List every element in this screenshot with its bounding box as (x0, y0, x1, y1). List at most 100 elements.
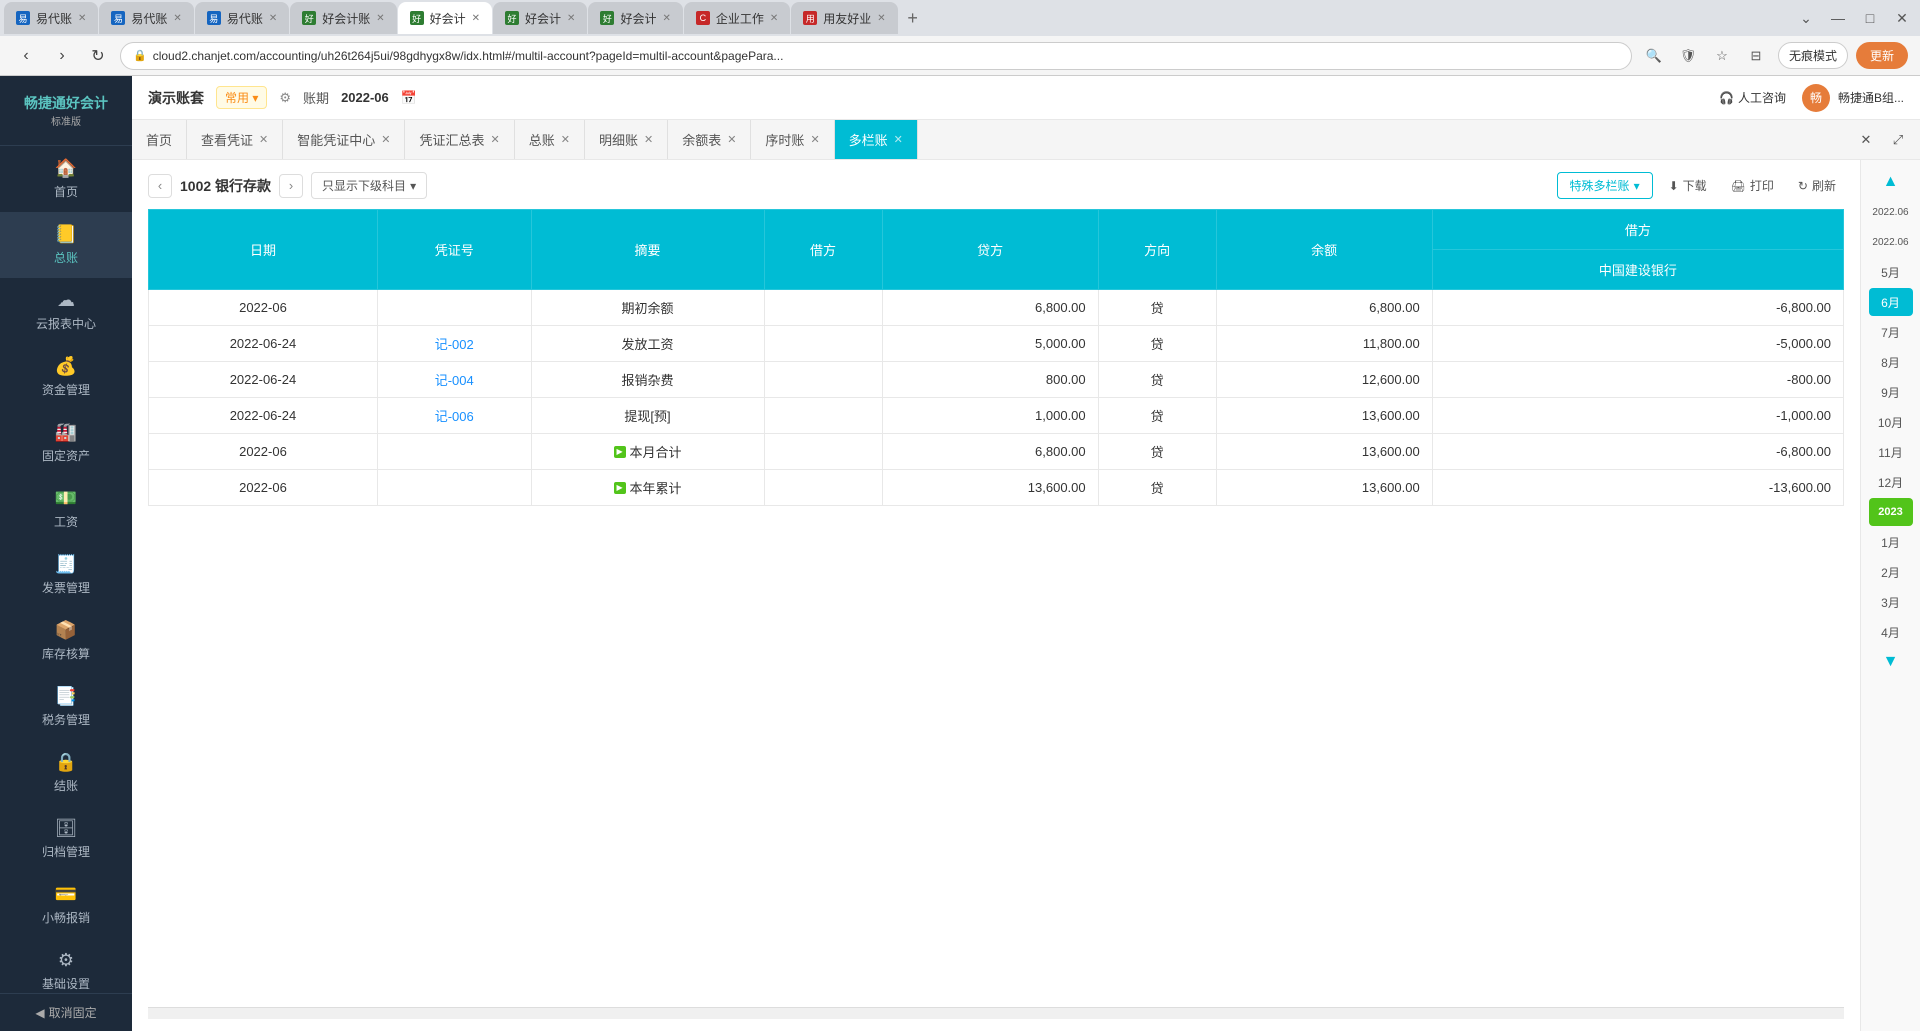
cell-voucher[interactable]: 记-006 (377, 398, 531, 434)
minimize-button[interactable]: — (1824, 4, 1852, 32)
tab-home[interactable]: 首页 (132, 120, 187, 160)
date-nav-oct[interactable]: 10月 (1869, 408, 1913, 436)
sidebar-item-fund[interactable]: 💰 资金管理 (0, 344, 132, 410)
sidebar-item-ledger[interactable]: 📒 总账 (0, 212, 132, 278)
browser-tab-2[interactable]: 易 易代账 ✕ (99, 2, 193, 34)
date-nav-scroll-up[interactable]: ▲ (1877, 168, 1905, 196)
cell-voucher[interactable] (377, 470, 531, 506)
settings-icon[interactable]: ⚙ (279, 90, 291, 106)
date-nav-may[interactable]: 5月 (1869, 258, 1913, 286)
browser-tab-4[interactable]: 好 好会计账 ✕ (290, 2, 396, 34)
cell-voucher[interactable] (377, 434, 531, 470)
tab-multi-col-close[interactable]: ✕ (894, 133, 903, 146)
download-button[interactable]: ⬇ 下载 (1661, 173, 1715, 198)
browser-tab-3[interactable]: 易 易代账 ✕ (195, 2, 289, 34)
sidebar-item-invoice[interactable]: 🧾 发票管理 (0, 542, 132, 608)
date-nav-nov[interactable]: 11月 (1869, 438, 1913, 466)
consultant-button[interactable]: 🎧 人工咨询 (1719, 89, 1786, 106)
sidebar-item-expense[interactable]: 💳 小畅报销 (0, 872, 132, 938)
close-window-button[interactable]: ✕ (1888, 4, 1916, 32)
refresh-button[interactable]: ↻ 刷新 (1790, 173, 1844, 198)
close-panel-button[interactable]: ✕ (1852, 126, 1880, 154)
search-icon-btn[interactable]: 🔍 (1640, 42, 1668, 70)
sidebar-item-inventory[interactable]: 📦 库存核算 (0, 608, 132, 674)
date-nav-june[interactable]: 6月 (1869, 288, 1913, 316)
date-nav-scroll-down[interactable]: ▼ (1877, 648, 1905, 676)
date-nav-july[interactable]: 7月 (1869, 318, 1913, 346)
date-nav-aug[interactable]: 8月 (1869, 348, 1913, 376)
incognito-mode-button[interactable]: 无痕模式 (1778, 42, 1848, 69)
tab-smart-voucher[interactable]: 智能凭证中心 ✕ (283, 120, 405, 160)
sidebar-item-home[interactable]: 🏠 首页 (0, 146, 132, 212)
star-icon-btn[interactable]: ☆ (1708, 42, 1736, 70)
print-button[interactable]: 🖨 打印 (1723, 173, 1782, 198)
tab-journal-close[interactable]: ✕ (810, 133, 819, 146)
tab-journal[interactable]: 序时账 ✕ (751, 120, 834, 160)
calendar-icon[interactable]: 📅 (401, 90, 417, 106)
date-nav-dec[interactable]: 12月 (1869, 468, 1913, 496)
cell-voucher[interactable]: 记-004 (377, 362, 531, 398)
sidebar-item-basic[interactable]: ⚙ 基础设置 (0, 938, 132, 993)
new-tab-button[interactable]: + (899, 4, 927, 32)
prev-account-button[interactable]: ‹ (148, 174, 172, 198)
sidebar-item-tax[interactable]: 📑 税务管理 (0, 674, 132, 740)
tab-voucher-summary[interactable]: 凭证汇总表 ✕ (405, 120, 514, 160)
bottom-scrollbar[interactable] (148, 1007, 1844, 1019)
sidebar-item-archive[interactable]: 🗄 归档管理 (0, 806, 132, 872)
date-nav-sep[interactable]: 9月 (1869, 378, 1913, 406)
browser-tab-6[interactable]: 好 好会计 ✕ (493, 2, 587, 34)
tab-6-close[interactable]: ✕ (567, 13, 575, 24)
tab-2-close[interactable]: ✕ (173, 13, 181, 24)
tab-multi-col[interactable]: 多栏账 ✕ (835, 120, 918, 160)
browser-tab-8[interactable]: C 企业工作 ✕ (684, 2, 790, 34)
tab-8-close[interactable]: ✕ (770, 13, 778, 24)
show-sub-button[interactable]: 只显示下级科目 ▾ (311, 172, 427, 199)
tab-7-close[interactable]: ✕ (662, 13, 670, 24)
tab-4-close[interactable]: ✕ (376, 13, 384, 24)
date-nav-jan[interactable]: 1月 (1869, 528, 1913, 556)
date-nav-2022-06-second[interactable]: 2022.06 (1869, 228, 1913, 256)
forward-button[interactable]: › (48, 42, 76, 70)
date-nav-apr[interactable]: 4月 (1869, 618, 1913, 646)
tab-9-close[interactable]: ✕ (877, 13, 885, 24)
tab-1-close[interactable]: ✕ (78, 13, 86, 24)
sidebar-item-fixed-asset[interactable]: 🏭 固定资产 (0, 410, 132, 476)
expand-panel-button[interactable]: ⤢ (1884, 126, 1912, 154)
tab-general-ledger-close[interactable]: ✕ (561, 133, 570, 146)
tab-voucher-view[interactable]: 查看凭证 ✕ (187, 120, 283, 160)
browser-tab-1[interactable]: 易 易代账 ✕ (4, 2, 98, 34)
sidebar-icon-btn[interactable]: ⊟ (1742, 42, 1770, 70)
update-button[interactable]: 更新 (1856, 42, 1908, 69)
browser-tab-9[interactable]: 用 用友好业 ✕ (791, 2, 897, 34)
sidebar-item-cloud-report[interactable]: ☁ 云报表中心 (0, 278, 132, 344)
date-nav-feb[interactable]: 2月 (1869, 558, 1913, 586)
tab-5-close[interactable]: ✕ (472, 13, 480, 24)
back-button[interactable]: ‹ (12, 42, 40, 70)
sidebar-item-salary[interactable]: 💵 工资 (0, 476, 132, 542)
browser-tab-5[interactable]: 好 好会计 ✕ (398, 2, 492, 34)
date-nav-mar[interactable]: 3月 (1869, 588, 1913, 616)
tab-list-button[interactable]: ⌄ (1792, 4, 1820, 32)
cell-voucher[interactable]: 记-002 (377, 326, 531, 362)
period-dropdown-icon[interactable]: ▾ (252, 91, 258, 105)
maximize-button[interactable]: □ (1856, 4, 1884, 32)
date-nav-2022-06-first[interactable]: 2022.06 (1869, 198, 1913, 226)
sidebar-item-closing[interactable]: 🔒 结账 (0, 740, 132, 806)
tab-balance-close[interactable]: ✕ (727, 133, 736, 146)
tab-detail-ledger-close[interactable]: ✕ (644, 133, 653, 146)
shield-icon-btn[interactable]: 🛡 (1674, 42, 1702, 70)
tab-voucher-view-close[interactable]: ✕ (259, 133, 268, 146)
cell-voucher[interactable] (377, 290, 531, 326)
tab-general-ledger[interactable]: 总账 ✕ (515, 120, 585, 160)
tab-voucher-summary-close[interactable]: ✕ (491, 133, 500, 146)
browser-tab-7[interactable]: 好 好会计 ✕ (588, 2, 682, 34)
tab-smart-voucher-close[interactable]: ✕ (381, 133, 390, 146)
tab-3-close[interactable]: ✕ (269, 13, 277, 24)
url-bar[interactable]: 🔒 cloud2.chanjet.com/accounting/uh26t264… (120, 42, 1632, 70)
special-multi-col-button[interactable]: 特殊多栏账 ▾ (1557, 172, 1653, 199)
tab-detail-ledger[interactable]: 明细账 ✕ (585, 120, 668, 160)
reload-button[interactable]: ↻ (84, 42, 112, 70)
tab-balance[interactable]: 余额表 ✕ (668, 120, 751, 160)
next-account-button[interactable]: › (279, 174, 303, 198)
sidebar-pin-toggle[interactable]: ◀ 取消固定 (0, 993, 132, 1031)
